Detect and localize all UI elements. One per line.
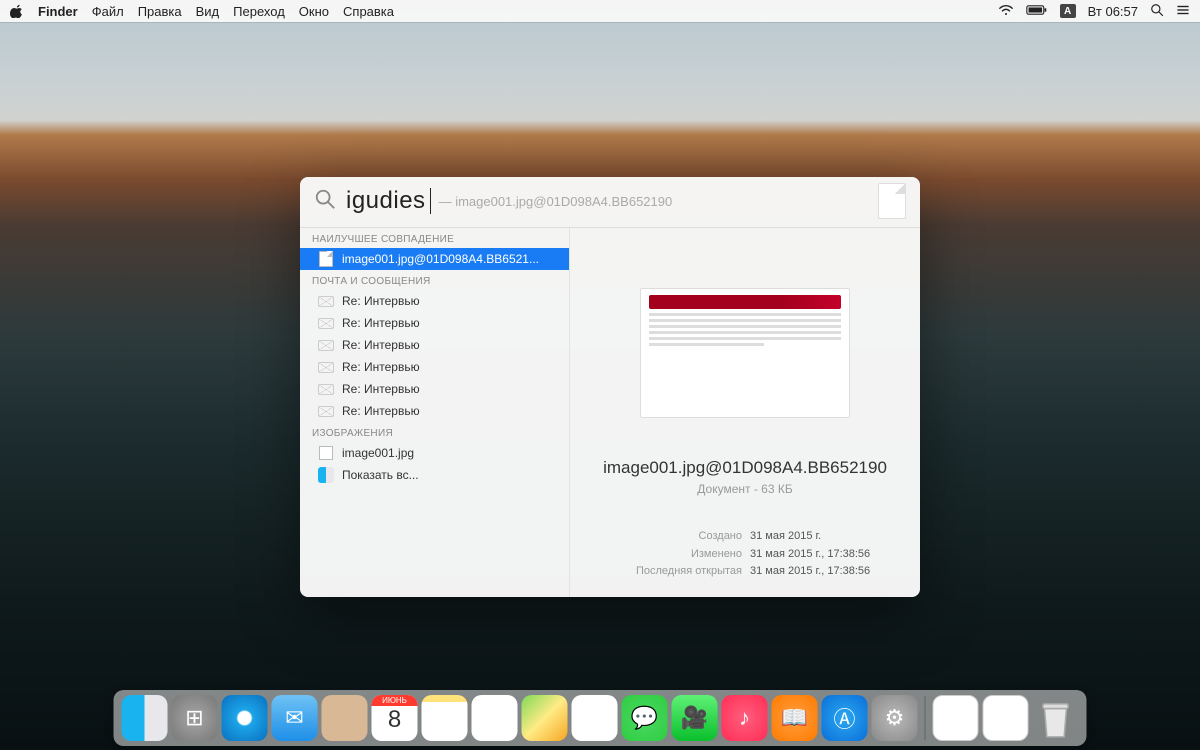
battery-icon[interactable] bbox=[1026, 4, 1048, 19]
notification-center-icon[interactable] bbox=[1176, 4, 1190, 19]
result-mail[interactable]: Re: Интервью bbox=[300, 378, 569, 400]
dock-calendar[interactable]: ИЮНЬ 8 bbox=[372, 695, 418, 741]
wifi-icon[interactable] bbox=[998, 4, 1014, 19]
menu-edit[interactable]: Правка bbox=[138, 4, 182, 19]
menu-view[interactable]: Вид bbox=[196, 4, 220, 19]
preview-subtitle: Документ - 63 КБ bbox=[697, 482, 792, 496]
input-source-indicator[interactable]: А bbox=[1060, 4, 1076, 18]
result-label: Re: Интервью bbox=[342, 316, 420, 330]
meta-created-label: Создано bbox=[699, 528, 742, 546]
dock-stack[interactable] bbox=[983, 695, 1029, 741]
mail-icon bbox=[318, 315, 334, 331]
result-label: Показать вс... bbox=[342, 468, 419, 482]
spotlight-preview-pane: image001.jpg@01D098A4.BB652190 Документ … bbox=[570, 228, 920, 597]
meta-created-value: 31 мая 2015 г. bbox=[750, 528, 900, 546]
dock-stack[interactable] bbox=[933, 695, 979, 741]
result-label: Re: Интервью bbox=[342, 360, 420, 374]
finder-icon bbox=[318, 467, 334, 483]
result-image[interactable]: image001.jpg bbox=[300, 442, 569, 464]
dock-separator bbox=[925, 696, 926, 740]
dock-contacts[interactable] bbox=[322, 695, 368, 741]
result-label: image001.jpg@01D098A4.BB6521... bbox=[342, 252, 539, 266]
mail-icon bbox=[318, 293, 334, 309]
result-top-hit[interactable]: image001.jpg@01D098A4.BB6521... bbox=[300, 248, 569, 270]
calendar-day: 8 bbox=[388, 708, 401, 732]
meta-modified-label: Изменено bbox=[691, 546, 742, 564]
menu-bar: Finder Файл Правка Вид Переход Окно Спра… bbox=[0, 0, 1200, 22]
result-mail[interactable]: Re: Интервью bbox=[300, 356, 569, 378]
apple-menu-icon[interactable] bbox=[10, 4, 24, 18]
spotlight-query[interactable]: igudies bbox=[346, 187, 426, 215]
result-mail[interactable]: Re: Интервью bbox=[300, 334, 569, 356]
dock-launchpad[interactable]: ⊞ bbox=[172, 695, 218, 741]
spotlight-suggestion: — image001.jpg@01D098A4.BB652190 bbox=[439, 194, 673, 209]
result-label: image001.jpg bbox=[342, 446, 414, 460]
spotlight-menubar-icon[interactable] bbox=[1150, 3, 1164, 20]
search-icon bbox=[314, 188, 336, 215]
result-mail[interactable]: Re: Интервью bbox=[300, 290, 569, 312]
menu-file[interactable]: Файл bbox=[92, 4, 124, 19]
menu-go[interactable]: Переход bbox=[233, 4, 285, 19]
dock-messages[interactable]: 💬 bbox=[622, 695, 668, 741]
preview-title: image001.jpg@01D098A4.BB652190 bbox=[603, 458, 887, 478]
result-label: Re: Интервью bbox=[342, 382, 420, 396]
image-icon bbox=[318, 445, 334, 461]
section-header-mail: ПОЧТА И СООБЩЕНИЯ bbox=[300, 270, 569, 290]
section-header-top-hit: НАИЛУЧШЕЕ СОВПАДЕНИЕ bbox=[300, 228, 569, 248]
menu-window[interactable]: Окно bbox=[299, 4, 329, 19]
dock-appstore[interactable]: Ⓐ bbox=[822, 695, 868, 741]
clock[interactable]: Вт 06:57 bbox=[1088, 4, 1138, 19]
dock-itunes[interactable]: ♪ bbox=[722, 695, 768, 741]
result-label: Re: Интервью bbox=[342, 338, 420, 352]
dock-photos[interactable]: ❋ bbox=[572, 695, 618, 741]
dock-safari[interactable] bbox=[222, 695, 268, 741]
result-show-all[interactable]: Показать вс... bbox=[300, 464, 569, 486]
document-icon bbox=[878, 183, 906, 219]
meta-opened-value: 31 мая 2015 г., 17:38:56 bbox=[750, 563, 900, 581]
meta-modified-value: 31 мая 2015 г., 17:38:56 bbox=[750, 546, 900, 564]
mail-icon bbox=[318, 403, 334, 419]
dock-system-preferences[interactable]: ⚙ bbox=[872, 695, 918, 741]
document-icon bbox=[318, 251, 334, 267]
spotlight-results-list: НАИЛУЧШЕЕ СОВПАДЕНИЕ image001.jpg@01D098… bbox=[300, 228, 570, 597]
dock-maps[interactable] bbox=[522, 695, 568, 741]
dock-finder[interactable] bbox=[122, 695, 168, 741]
dock-trash[interactable] bbox=[1033, 695, 1079, 741]
mail-icon bbox=[318, 359, 334, 375]
spotlight-search-row: igudies — image001.jpg@01D098A4.BB652190 bbox=[300, 177, 920, 228]
dock-reminders[interactable] bbox=[472, 695, 518, 741]
dock-notes[interactable] bbox=[422, 695, 468, 741]
result-mail[interactable]: Re: Интервью bbox=[300, 400, 569, 422]
dock: ⊞ ✉ ИЮНЬ 8 ❋ 💬 🎥 ♪ 📖 Ⓐ ⚙ bbox=[114, 690, 1087, 746]
preview-thumbnail bbox=[640, 288, 850, 418]
dock-facetime[interactable]: 🎥 bbox=[672, 695, 718, 741]
result-label: Re: Интервью bbox=[342, 404, 420, 418]
menu-help[interactable]: Справка bbox=[343, 4, 394, 19]
dock-mail[interactable]: ✉ bbox=[272, 695, 318, 741]
result-label: Re: Интервью bbox=[342, 294, 420, 308]
spotlight-panel: igudies — image001.jpg@01D098A4.BB652190… bbox=[300, 177, 920, 597]
mail-icon bbox=[318, 337, 334, 353]
result-mail[interactable]: Re: Интервью bbox=[300, 312, 569, 334]
mail-icon bbox=[318, 381, 334, 397]
meta-opened-label: Последняя открытая bbox=[636, 563, 742, 581]
calendar-month: ИЮНЬ bbox=[372, 695, 418, 706]
text-cursor bbox=[430, 188, 431, 214]
preview-metadata: Создано 31 мая 2015 г. Изменено 31 мая 201… bbox=[590, 528, 900, 587]
section-header-images: ИЗОБРАЖЕНИЯ bbox=[300, 422, 569, 442]
app-name[interactable]: Finder bbox=[38, 4, 78, 19]
dock-ibooks[interactable]: 📖 bbox=[772, 695, 818, 741]
